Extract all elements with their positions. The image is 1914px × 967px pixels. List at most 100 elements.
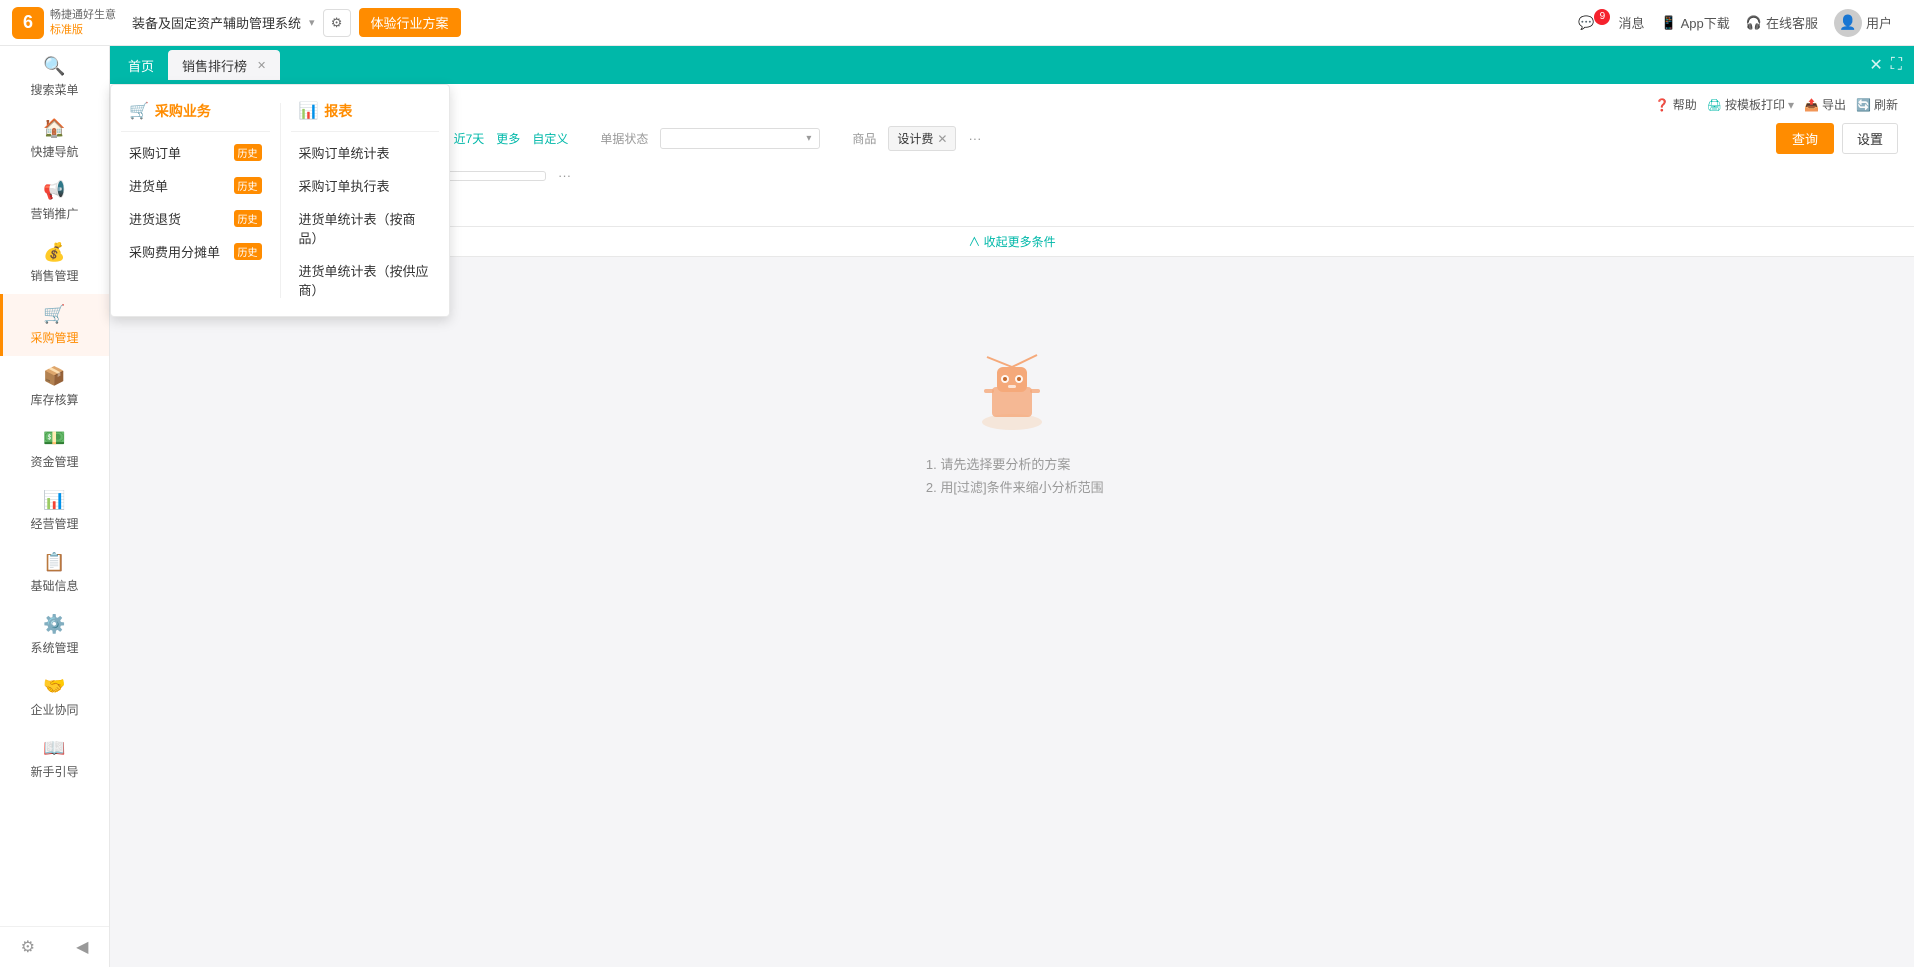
- date-quick-7[interactable]: 近7天: [454, 130, 485, 147]
- history-badge-0: 历史: [234, 144, 262, 161]
- purchase-col-icon: 🛒: [129, 101, 149, 121]
- sidebar-label-guide: 新手引导: [30, 763, 78, 780]
- sidebar-item-coop[interactable]: 🤝 企业协同: [0, 666, 109, 728]
- goods-tag-close-icon[interactable]: ✕: [937, 132, 947, 146]
- history-badge-3: 历史: [234, 243, 262, 260]
- tab-close-btn[interactable]: ✕: [1869, 55, 1882, 75]
- dropdown-item-order-exec[interactable]: 采购订单执行表: [291, 169, 440, 202]
- refresh-btn[interactable]: 🔄 刷新: [1856, 96, 1898, 113]
- settings-bottom-icon[interactable]: ⚙: [21, 937, 35, 957]
- sidebar-item-finance[interactable]: 💵 资金管理: [0, 418, 109, 480]
- sidebar-item-operations[interactable]: 📊 经营管理: [0, 480, 109, 542]
- set-btn[interactable]: 设置: [1842, 123, 1898, 154]
- message-badge: 9: [1594, 9, 1610, 25]
- active-indicator: [0, 294, 3, 356]
- print-dropdown-arrow[interactable]: ▾: [1788, 98, 1794, 112]
- dropdown-item-order-stats[interactable]: 采购订单统计表: [291, 136, 440, 169]
- history-badge-1: 历史: [234, 177, 262, 194]
- sidebar-item-quick[interactable]: 🏠 快捷导航: [0, 108, 109, 170]
- collapse-icon: ∧: [968, 235, 980, 249]
- empty-tips: 请先选择要分析的方案 用[过滤]条件来缩小分析范围: [920, 453, 1103, 500]
- refresh-icon: 🔄: [1856, 98, 1871, 112]
- logo-area: 6 畅捷通好生意 标准版: [12, 7, 122, 39]
- tab-bar-right: ✕ ⛶: [1869, 55, 1910, 75]
- purchase-dropdown: 🛒 采购业务 采购订单 历史 进货单 历史 进货退货 历史 采购费用分摊单 历史…: [110, 84, 450, 317]
- dropdown-item-inbound-stats-supplier[interactable]: 进货单统计表（按供应商）: [291, 254, 440, 306]
- dropdown-item-inbound-stats-goods[interactable]: 进货单统计表（按商品）: [291, 202, 440, 254]
- cart-icon: 🛒: [43, 304, 65, 325]
- sidebar-label-marketing: 营销推广: [30, 205, 78, 222]
- print-btn[interactable]: 🖨 按模板打印 ▾: [1707, 96, 1794, 113]
- history-badge-2: 历史: [234, 210, 262, 227]
- export-icon: 📤: [1804, 98, 1819, 112]
- industry-btn[interactable]: 体验行业方案: [359, 8, 461, 37]
- top-bar: 6 畅捷通好生意 标准版 装备及固定资产辅助管理系统 ▾ ⚙ 体验行业方案 💬 …: [0, 0, 1914, 46]
- handshake-icon: 🤝: [43, 676, 65, 697]
- top-center: 装备及固定资产辅助管理系统 ▾ ⚙ 体验行业方案: [122, 8, 1578, 37]
- tab-close-icon[interactable]: ✕: [257, 59, 266, 72]
- doc-status-select[interactable]: ▾: [660, 128, 820, 149]
- report-col: 📊 报表 采购订单统计表 采购订单执行表 进货单统计表（按商品） 进货单统计表（…: [281, 95, 450, 306]
- empty-tip-1: 请先选择要分析的方案: [940, 453, 1103, 476]
- message-icon: 💬: [1578, 15, 1594, 31]
- dropdown-item-expense[interactable]: 采购费用分摊单 历史: [121, 235, 270, 268]
- help-icon: ❓: [1655, 98, 1670, 112]
- doc-status-label: 单据状态: [600, 130, 648, 147]
- messages-btn[interactable]: 💬 9 消息: [1578, 13, 1644, 32]
- sidebar-label-inventory: 库存核算: [30, 391, 78, 408]
- megaphone-icon: 📢: [43, 180, 65, 201]
- tab-sales-rank-label: 销售排行榜: [182, 56, 247, 75]
- tab-home-label: 首页: [128, 56, 154, 75]
- home-icon: 🏠: [43, 118, 65, 139]
- user-menu-btn[interactable]: 👤 用户: [1834, 9, 1892, 37]
- system-dropdown-arrow[interactable]: ▾: [309, 16, 315, 29]
- sidebar-item-search[interactable]: 🔍 搜索菜单: [0, 46, 109, 108]
- export-btn[interactable]: 📤 导出: [1804, 96, 1846, 113]
- robot-svg: [962, 337, 1062, 437]
- collapse-sidebar-icon[interactable]: ◀: [76, 937, 88, 957]
- sidebar-item-guide[interactable]: 📖 新手引导: [0, 728, 109, 790]
- help-btn[interactable]: ❓ 帮助: [1655, 96, 1697, 113]
- sidebar-item-purchase[interactable]: 🛒 采购管理: [0, 294, 109, 356]
- report-col-title: 📊 报表: [291, 95, 440, 132]
- doc-status-arrow-icon: ▾: [806, 133, 811, 144]
- app-download-btn[interactable]: 📱 App下载: [1660, 13, 1729, 32]
- sidebar-item-sales[interactable]: 💰 销售管理: [0, 232, 109, 294]
- chart-icon: 📊: [43, 490, 65, 511]
- tab-sales-rank[interactable]: 销售排行榜 ✕: [168, 50, 280, 80]
- date-more[interactable]: 更多: [496, 130, 520, 147]
- sidebar: 🔍 搜索菜单 🏠 快捷导航 📢 营销推广 💰 销售管理 🛒 采购管理 📦 库存核…: [0, 46, 110, 967]
- online-service-btn[interactable]: 🎧 在线客服: [1746, 13, 1818, 32]
- dropdown-item-return[interactable]: 进货退货 历史: [121, 202, 270, 235]
- finance-icon: 💵: [43, 428, 65, 449]
- sidebar-label-sales: 销售管理: [30, 267, 78, 284]
- sidebar-item-basic[interactable]: 📋 基础信息: [0, 542, 109, 604]
- date-custom[interactable]: 自定义: [532, 130, 568, 147]
- avatar: 👤: [1834, 9, 1862, 37]
- sidebar-item-inventory[interactable]: 📦 库存核算: [0, 356, 109, 418]
- search-icon: 🔍: [43, 56, 65, 77]
- empty-illustration: [962, 337, 1062, 437]
- sidebar-item-marketing[interactable]: 📢 营销推广: [0, 170, 109, 232]
- logo-icon: 6: [12, 7, 44, 39]
- goods-label: 商品: [852, 130, 876, 147]
- book-icon: 📖: [43, 738, 65, 759]
- tab-bar: 首页 销售排行榜 ✕ ✕ ⛶: [110, 46, 1914, 84]
- sidebar-bottom: ⚙ ◀: [0, 926, 109, 967]
- logo-char: 6: [23, 12, 33, 33]
- tab-maximize-btn[interactable]: ⛶: [1891, 56, 1902, 74]
- purchase-col: 🛒 采购业务 采购订单 历史 进货单 历史 进货退货 历史 采购费用分摊单 历史: [111, 95, 280, 306]
- tab-home[interactable]: 首页: [114, 50, 168, 80]
- query-btn[interactable]: 查询: [1776, 123, 1834, 154]
- settings-icon[interactable]: ⚙: [323, 9, 351, 37]
- sidebar-item-system[interactable]: ⚙️ 系统管理: [0, 604, 109, 666]
- dropdown-item-inbound[interactable]: 进货单 历史: [121, 169, 270, 202]
- sidebar-label-search: 搜索菜单: [30, 81, 78, 98]
- goods-more-btn[interactable]: ···: [968, 131, 981, 146]
- money-icon: 💰: [43, 242, 65, 263]
- phone-icon: 📱: [1660, 15, 1676, 31]
- sidebar-label-coop: 企业协同: [30, 701, 78, 718]
- dropdown-item-purchase-order[interactable]: 采购订单 历史: [121, 136, 270, 169]
- sidebar-label-purchase: 采购管理: [30, 329, 78, 346]
- salesperson-more-btn[interactable]: ···: [558, 168, 571, 183]
